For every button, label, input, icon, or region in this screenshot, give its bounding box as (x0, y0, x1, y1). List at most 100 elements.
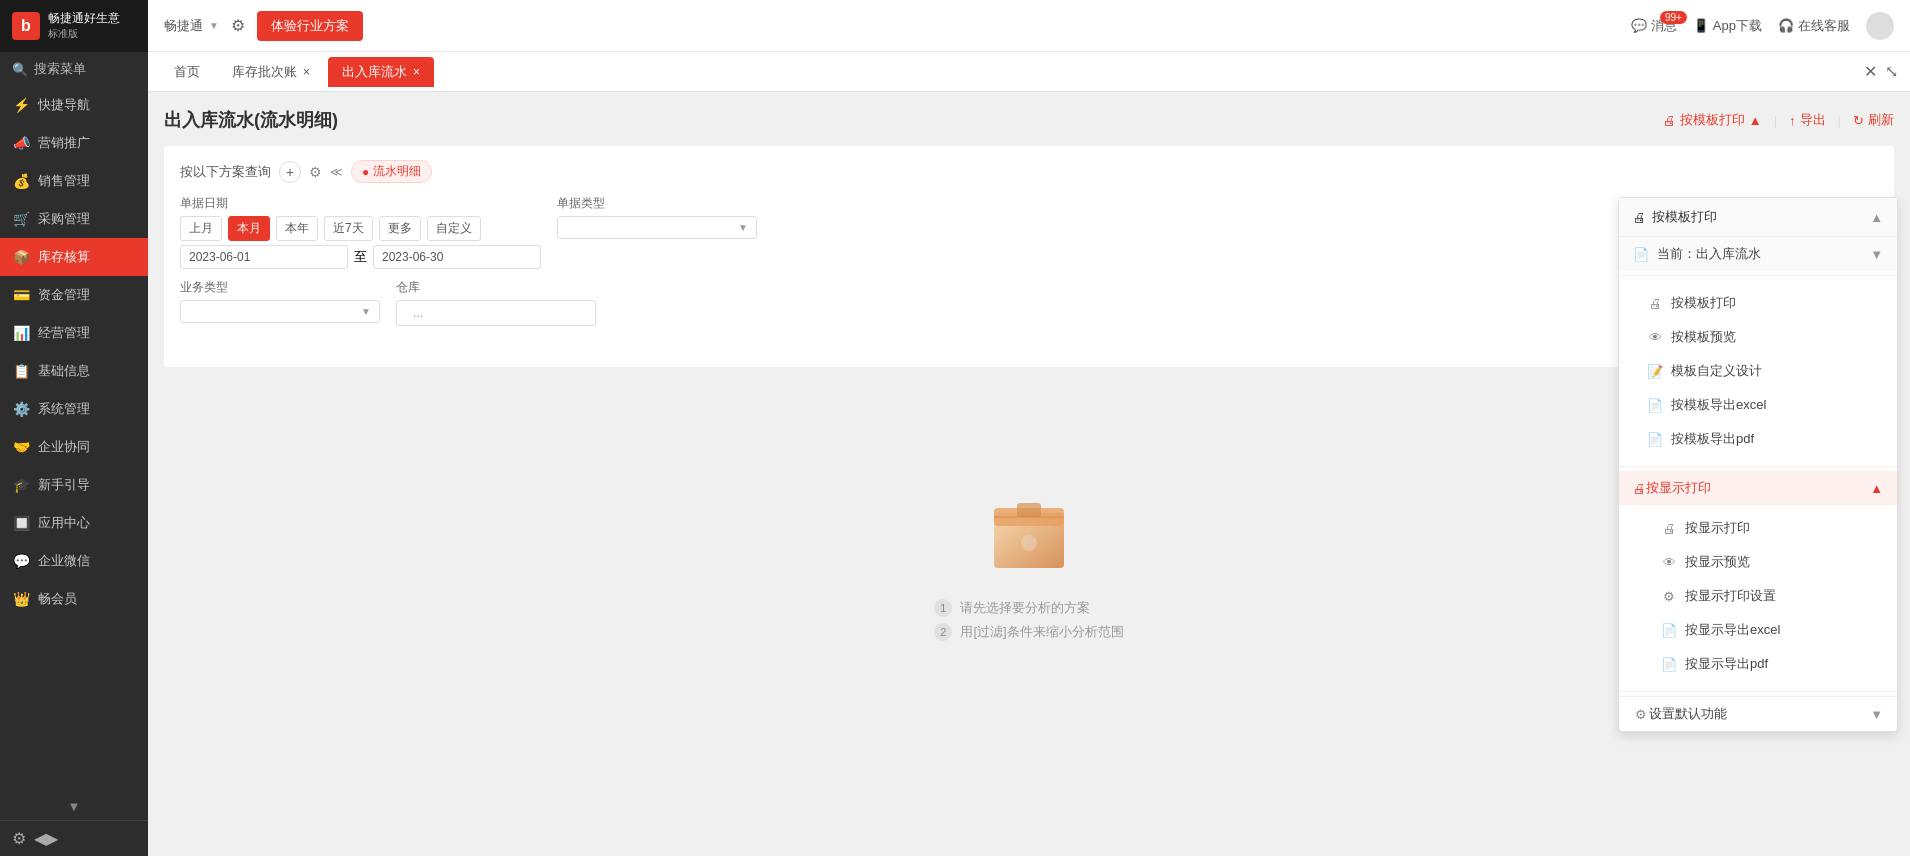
print-template-label: 按模板打印 (1680, 111, 1745, 129)
filter-settings-icon[interactable]: ⚙ (309, 164, 322, 180)
user-chevron-icon: ▼ (209, 20, 219, 31)
dropdown-divider-2 (1619, 466, 1897, 467)
sidebar-item-operation[interactable]: 📊 经营管理 (0, 314, 148, 352)
basic-icon: 📋 (12, 362, 30, 380)
sidebar-item-guide[interactable]: 🎓 新手引导 (0, 466, 148, 504)
date-btn-7days[interactable]: 近7天 (324, 216, 373, 241)
dropdown-template-custom[interactable]: 📝 模板自定义设计 (1619, 354, 1897, 388)
refresh-action[interactable]: ↻ 刷新 (1853, 111, 1894, 129)
date-from-input[interactable] (180, 245, 348, 269)
date-btn-this-year[interactable]: 本年 (276, 216, 318, 241)
wechat-icon: 💬 (12, 552, 30, 570)
app-logo-icon: b (12, 12, 40, 40)
sidebar-item-label: 畅会员 (38, 590, 77, 608)
enterprise-icon: 🤝 (12, 438, 30, 456)
headset-icon: 🎧 (1778, 18, 1794, 33)
user-name: 畅捷通 (164, 17, 203, 35)
tab-batch-ledger[interactable]: 库存批次账 × (218, 57, 324, 87)
user-selector[interactable]: 畅捷通 ▼ (164, 17, 219, 35)
dropdown-display-export-pdf[interactable]: 📄 按显示导出pdf (1619, 647, 1897, 681)
sidebar-item-basic[interactable]: 📋 基础信息 (0, 352, 148, 390)
filter-warehouse-select[interactable]: ... (396, 300, 596, 326)
online-service-action[interactable]: 🎧 在线客服 (1778, 17, 1850, 35)
date-btn-more[interactable]: 更多 (379, 216, 421, 241)
date-btn-last-month[interactable]: 上月 (180, 216, 222, 241)
sidebar-item-sales[interactable]: 💰 销售管理 (0, 162, 148, 200)
app-download-action[interactable]: 📱 App下载 (1693, 17, 1762, 35)
sidebar-search-label: 搜索菜单 (34, 60, 86, 78)
dropdown-header: 🖨 按模板打印 ▲ (1619, 198, 1897, 237)
print-template-action[interactable]: 🖨 按模板打印 ▲ (1663, 111, 1762, 129)
dropdown-display-preview[interactable]: 👁 按显示预览 (1619, 545, 1897, 579)
template-preview-label: 按模板预览 (1671, 328, 1736, 346)
dropdown-footer[interactable]: ⚙ 设置默认功能 ▼ (1619, 696, 1897, 731)
filter-tag[interactable]: ● 流水明细 (351, 160, 432, 183)
type-select-arrow: ▼ (738, 222, 748, 233)
settings-icon[interactable]: ⚙ (12, 829, 26, 848)
sidebar-item-finance[interactable]: 💳 资金管理 (0, 276, 148, 314)
filter-add-button[interactable]: + (279, 161, 301, 183)
sidebar-item-enterprise[interactable]: 🤝 企业协同 (0, 428, 148, 466)
display-export-excel-label: 按显示导出excel (1685, 621, 1780, 639)
dropdown-template-print[interactable]: 🖨 按模板打印 (1619, 286, 1897, 320)
sidebar-search[interactable]: 🔍 搜索菜单 (0, 52, 148, 86)
message-action[interactable]: 💬 消息 99+ (1631, 17, 1677, 35)
sidebar-item-member[interactable]: 👑 畅会员 (0, 580, 148, 618)
marketing-icon: 📣 (12, 134, 30, 152)
sidebar-item-marketing[interactable]: 📣 营销推广 (0, 124, 148, 162)
sidebar-item-purchase[interactable]: 🛒 采购管理 (0, 200, 148, 238)
dropdown-display-export-excel[interactable]: 📄 按显示导出excel (1619, 613, 1897, 647)
dropdown-current-item[interactable]: 📄 当前：出入库流水 ▼ (1619, 237, 1897, 271)
date-range-separator: 至 (354, 248, 367, 266)
step-2-text: 用[过滤]条件来缩小分析范围 (960, 623, 1123, 641)
dropdown-display-print[interactable]: 🖨 按显示打印 (1619, 511, 1897, 545)
sidebar-scroll-down[interactable]: ▼ (0, 793, 148, 820)
dropdown-template-export-excel[interactable]: 📄 按模板导出excel (1619, 388, 1897, 422)
tabbar: 首页 库存批次账 × 出入库流水 × ✕ ⤡ (148, 52, 1910, 92)
filter-collapse-icon[interactable]: ≪ (330, 165, 343, 179)
member-icon: 👑 (12, 590, 30, 608)
filter-type-select[interactable]: ▼ (557, 216, 757, 239)
dropdown-template-export-pdf[interactable]: 📄 按模板导出pdf (1619, 422, 1897, 456)
search-icon: 🔍 (12, 62, 28, 77)
dropdown-divider-3 (1619, 691, 1897, 692)
sidebar-item-app-center[interactable]: 🔲 应用中心 (0, 504, 148, 542)
dropdown-template-preview[interactable]: 👁 按模板预览 (1619, 320, 1897, 354)
filter-type-label: 单据类型 (557, 195, 757, 212)
filter-biz-type-select[interactable]: ▼ (180, 300, 380, 323)
trial-button[interactable]: 体验行业方案 (257, 11, 363, 41)
dropdown-title: 🖨 按模板打印 (1633, 208, 1717, 226)
tab-close-all-icon[interactable]: ✕ (1864, 62, 1877, 81)
dropdown-chevron-up-icon[interactable]: ▲ (1870, 210, 1883, 225)
user-avatar[interactable] (1866, 12, 1894, 40)
template-preview-icon: 👁 (1647, 329, 1663, 345)
main-area: 畅捷通 ▼ ⚙ 体验行业方案 💬 消息 99+ 📱 App下载 🎧 在线客服 (148, 0, 1910, 856)
sidebar-item-label: 采购管理 (38, 210, 90, 228)
date-btn-this-month[interactable]: 本月 (228, 216, 270, 241)
display-preview-label: 按显示预览 (1685, 553, 1750, 571)
date-to-input[interactable] (373, 245, 541, 269)
tab-batch-ledger-close[interactable]: × (303, 65, 310, 79)
dropdown-display-group-header[interactable]: 🖨 按显示打印 ▲ (1619, 471, 1897, 505)
template-custom-icon: 📝 (1647, 363, 1663, 379)
tab-flow[interactable]: 出入库流水 × (328, 57, 434, 87)
tab-fullscreen-icon[interactable]: ⤡ (1885, 62, 1898, 81)
template-pdf-icon: 📄 (1647, 431, 1663, 447)
dropdown-display-print-settings[interactable]: ⚙ 按显示打印设置 (1619, 579, 1897, 613)
topbar-gear-icon[interactable]: ⚙ (231, 16, 245, 35)
biz-type-arrow: ▼ (361, 306, 371, 317)
sidebar-item-inventory[interactable]: 📦 库存核算 (0, 238, 148, 276)
filter-header: 按以下方案查询 + ⚙ ≪ ● 流水明细 (180, 160, 1878, 183)
app-name-block: 畅捷通好生意 标准版 (48, 11, 120, 41)
footer-settings-icon: ⚙ (1633, 706, 1649, 722)
empty-step-2: 2 用[过滤]条件来缩小分析范围 (934, 623, 1123, 641)
sidebar-item-system[interactable]: ⚙️ 系统管理 (0, 390, 148, 428)
date-btn-custom[interactable]: 自定义 (427, 216, 481, 241)
sidebar-item-quick-nav[interactable]: ⚡ 快捷导航 (0, 86, 148, 124)
tab-flow-close[interactable]: × (413, 65, 420, 79)
tab-home[interactable]: 首页 (160, 57, 214, 87)
dropdown-title-text: 按模板打印 (1652, 208, 1717, 226)
export-action[interactable]: ↑ 导出 (1789, 111, 1826, 129)
sidebar-item-wechat[interactable]: 💬 企业微信 (0, 542, 148, 580)
collapse-sidebar-icon[interactable]: ◀▶ (34, 829, 58, 848)
